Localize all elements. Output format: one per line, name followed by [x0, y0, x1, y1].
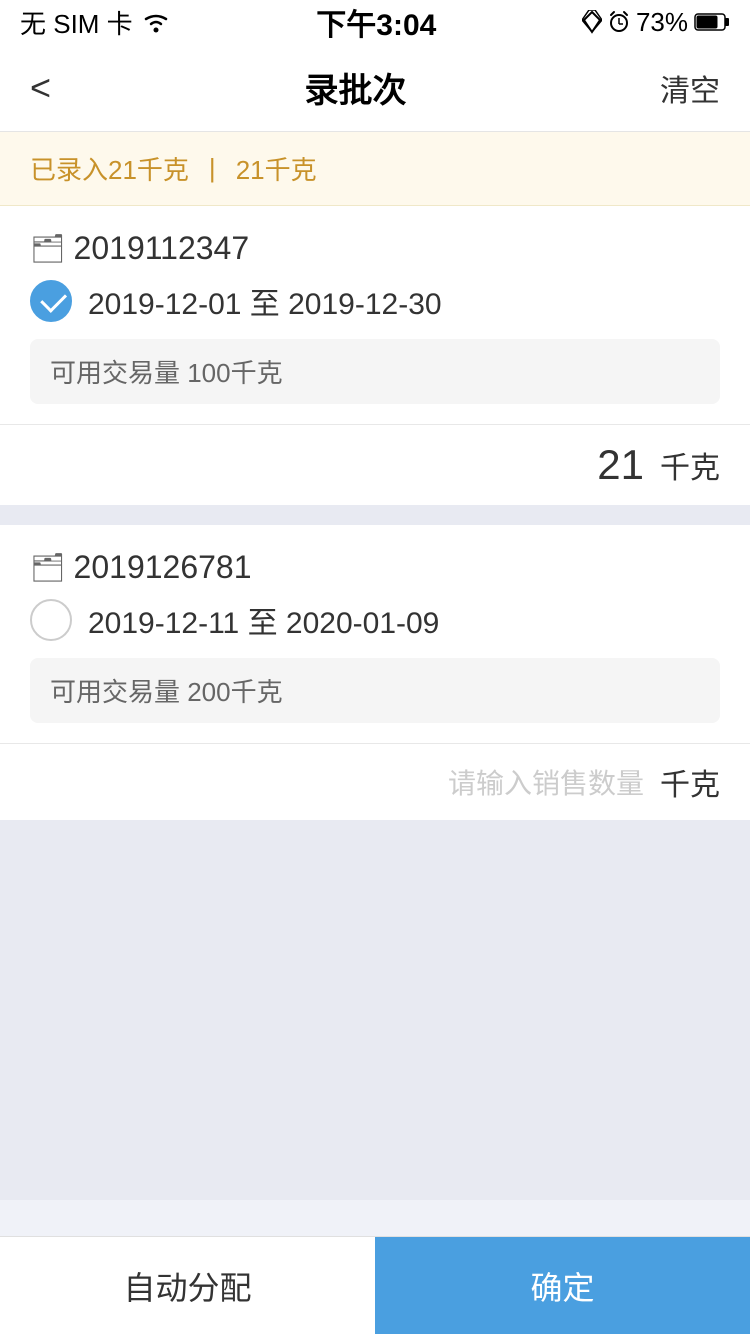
qty-unit-1: 千克: [660, 443, 720, 487]
status-right: 73%: [582, 7, 730, 38]
qty-row-1: 21 千克: [0, 424, 750, 505]
batch-date-row-1: 2019-12-01 至 2019-12-30: [30, 279, 720, 323]
bottom-bar: 自动分配 确定: [0, 1236, 750, 1334]
recorded-label: 已录入21千克: [30, 150, 189, 187]
batch-card-1: 🗂 2019112347 2019-12-01 至 2019-12-30 可用交…: [0, 206, 750, 505]
qty-unit-2: 千克: [660, 760, 720, 804]
batch-date-1: 2019-12-01 至 2019-12-30: [88, 279, 442, 323]
location-icon: [582, 10, 602, 34]
empty-area: [0, 820, 750, 1200]
nav-bar: < 录批次 清空: [0, 44, 750, 132]
batch-icon-1: 🗂: [30, 232, 66, 265]
batch-checkbox-2[interactable]: [30, 599, 72, 641]
batch-item-2: 🗂 2019126781 2019-12-11 至 2020-01-09 可用交…: [0, 525, 750, 723]
batch-number-1: 2019112347: [74, 230, 250, 267]
status-left: 无 SIM 卡: [20, 4, 171, 41]
qty-placeholder-2[interactable]: 请输入销售数量: [448, 762, 644, 802]
wifi-icon: [141, 11, 171, 33]
auto-distribute-button[interactable]: 自动分配: [0, 1237, 375, 1334]
batch-date-row-2: 2019-12-11 至 2020-01-09: [30, 598, 720, 642]
alarm-icon: [608, 10, 630, 34]
qty-row-2: 请输入销售数量 千克: [0, 743, 750, 820]
battery-icon: [694, 12, 730, 32]
batch-header-1: 🗂 2019112347: [30, 230, 720, 267]
info-divider: |: [209, 153, 216, 184]
qty-value-1[interactable]: 21: [597, 441, 644, 489]
info-banner: 已录入21千克 | 21千克: [0, 132, 750, 206]
content-area: 已录入21千克 | 21千克 🗂 2019112347 2019-12-01 至…: [0, 132, 750, 1298]
batch-header-2: 🗂 2019126781: [30, 549, 720, 586]
battery-percent: 73%: [636, 7, 688, 38]
section-divider: [0, 505, 750, 525]
back-button[interactable]: <: [30, 67, 51, 109]
total-label: 21千克: [236, 150, 317, 187]
batch-item-1: 🗂 2019112347 2019-12-01 至 2019-12-30 可用交…: [0, 206, 750, 404]
batch-icon-2: 🗂: [30, 551, 66, 584]
page-title: 录批次: [305, 63, 407, 112]
batch-checkbox-1[interactable]: [30, 280, 72, 322]
status-time: 下午3:04: [316, 0, 436, 44]
batch-number-2: 2019126781: [74, 549, 252, 586]
carrier-label: 无 SIM 卡: [20, 4, 133, 41]
batch-card-2: 🗂 2019126781 2019-12-11 至 2020-01-09 可用交…: [0, 525, 750, 820]
confirm-button[interactable]: 确定: [375, 1237, 750, 1334]
status-bar: 无 SIM 卡 下午3:04 73%: [0, 0, 750, 44]
clear-button[interactable]: 清空: [660, 66, 720, 110]
available-qty-1: 可用交易量 100千克: [30, 339, 720, 404]
available-qty-2: 可用交易量 200千克: [30, 658, 720, 723]
batch-date-2: 2019-12-11 至 2020-01-09: [88, 598, 439, 642]
